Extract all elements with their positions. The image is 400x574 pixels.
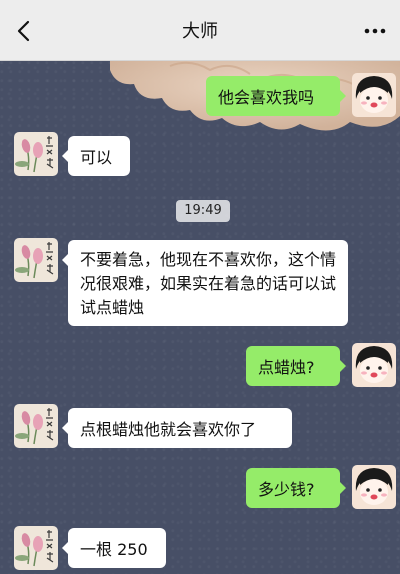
more-button[interactable] [358, 14, 392, 48]
self-avatar[interactable] [352, 73, 396, 117]
message-bubble-contact[interactable]: 可以 [62, 136, 130, 176]
cartoon-girl-avatar-icon [352, 73, 396, 117]
self-avatar[interactable] [352, 465, 396, 509]
lotus-painting-avatar-icon [14, 132, 58, 176]
chevron-left-icon [17, 20, 30, 42]
message-bubble-self[interactable]: 点蜡烛? [246, 346, 346, 386]
cartoon-girl-avatar-icon [352, 343, 396, 387]
back-button[interactable] [6, 14, 40, 48]
lotus-painting-avatar-icon [14, 526, 58, 570]
contact-avatar[interactable] [14, 238, 58, 282]
contact-avatar[interactable] [14, 526, 58, 570]
timestamp-badge: 19:49 [176, 200, 230, 222]
lotus-painting-avatar-icon [14, 404, 58, 448]
lotus-painting-avatar-icon [14, 238, 58, 282]
chat-title: 大师 [182, 21, 218, 42]
message-bubble-self[interactable]: 多少钱? [246, 468, 346, 508]
message-bubble-contact[interactable]: 一根 250 [62, 528, 166, 568]
cartoon-girl-avatar-icon [352, 465, 396, 509]
message-bubble-contact[interactable]: 点根蜡烛他就会喜欢你了 [62, 408, 292, 448]
self-avatar[interactable] [352, 343, 396, 387]
more-dots-icon [364, 28, 386, 34]
contact-avatar[interactable] [14, 132, 58, 176]
message-bubble-self[interactable]: 他会喜欢我吗 [206, 76, 346, 116]
chat-header: 大师 [0, 0, 400, 61]
contact-avatar[interactable] [14, 404, 58, 448]
message-bubble-contact[interactable]: 不要着急，他现在不喜欢你，这个情况很艰难，如果实在着急的话可以试试点蜡烛 [62, 240, 348, 326]
